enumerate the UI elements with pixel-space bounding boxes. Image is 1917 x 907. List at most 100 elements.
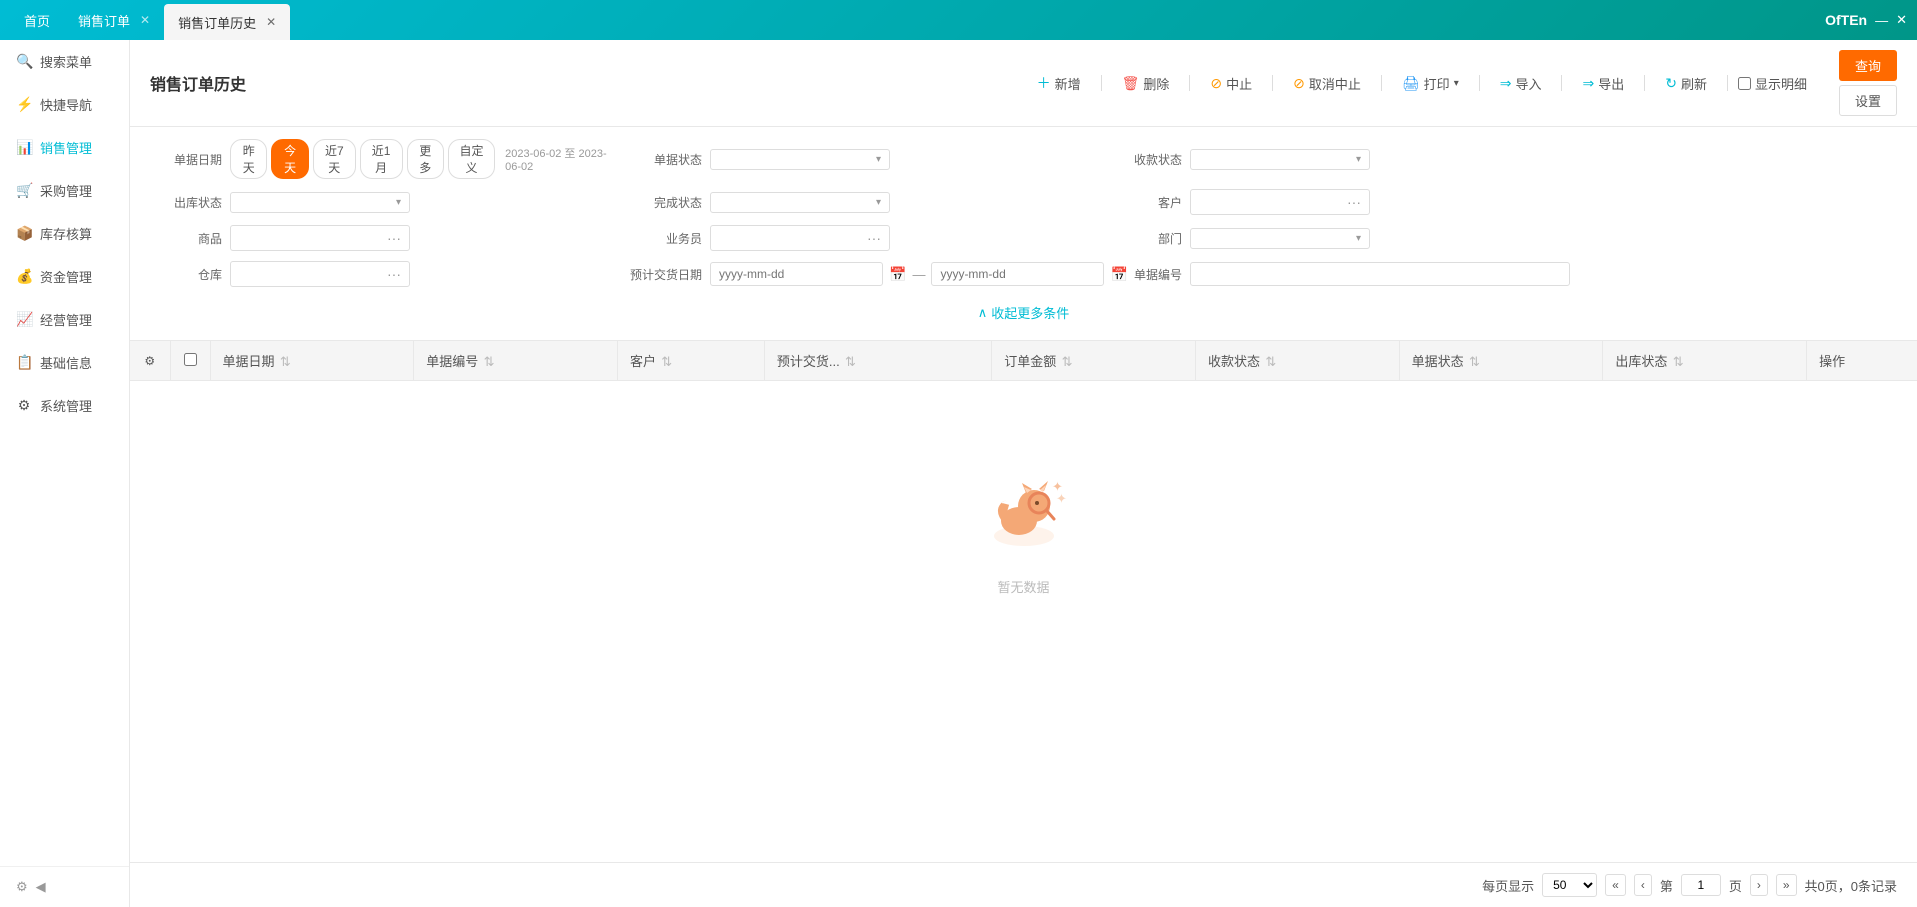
filter-row-3: 商品 ··· 业务员 ··· 部门	[150, 225, 1897, 251]
print-label: 打印	[1424, 74, 1450, 93]
th-settings[interactable]: ⚙	[130, 341, 170, 381]
date-btn-7days[interactable]: 近7天	[313, 139, 356, 179]
next-page-button[interactable]: ›	[1750, 874, 1768, 896]
th-checkbox[interactable]	[170, 341, 210, 381]
th-order-no[interactable]: 单据编号 ⇅	[414, 341, 618, 381]
order-no-input[interactable]	[1190, 262, 1570, 286]
cancel-stop-button[interactable]: ⊘ 取消中止	[1283, 69, 1371, 98]
date-btn-today[interactable]: 今天	[271, 139, 308, 179]
toolbar: ＋ 新增 🗑 删除 ⊘ 中止 ⊘ 取消中止	[1027, 50, 1897, 116]
th-outbound-status[interactable]: 出库状态 ⇅	[1603, 341, 1807, 381]
tab-sales-order[interactable]: 销售订单 ✕	[64, 0, 164, 40]
settings-button[interactable]: 设置	[1839, 85, 1897, 116]
th-payment-status-label: 收款状态	[1208, 354, 1260, 369]
sidebar-collapse-icon[interactable]: ◀	[36, 879, 46, 895]
display-toggle-checkbox[interactable]	[1738, 77, 1751, 90]
divider-5	[1479, 75, 1480, 91]
new-button[interactable]: ＋ 新增	[1027, 68, 1091, 98]
sidebar-item-sales[interactable]: 📊 销售管理	[0, 126, 129, 169]
sidebar-settings-icon[interactable]: ⚙	[16, 879, 28, 895]
th-outbound-status-sort-icon: ⇅	[1673, 354, 1684, 369]
warehouse-input[interactable]: ···	[230, 261, 410, 287]
date-quick-btns: 昨天 今天 近7天 近1月 更多 自定义 2023-06-02 至 2023-0…	[230, 139, 610, 179]
sidebar-item-inventory-label: 库存核算	[40, 224, 92, 243]
tab-sales-order-close[interactable]: ✕	[140, 13, 150, 27]
th-delivery[interactable]: 预计交货... ⇅	[764, 341, 991, 381]
th-order-status-sort-icon: ⇅	[1469, 354, 1480, 369]
goods-filter: ···	[230, 225, 610, 251]
complete-arrow-icon: ▾	[876, 197, 881, 208]
prev-page-button[interactable]: ‹	[1634, 874, 1652, 896]
goods-input[interactable]: ···	[230, 225, 410, 251]
delete-button[interactable]: 🗑 删除	[1112, 69, 1180, 98]
status-select[interactable]: ▾	[710, 149, 890, 170]
table-container: ⚙ 单据日期 ⇅ 单据编号 ⇅ 客户	[130, 341, 1917, 862]
complete-label: 完成状态	[630, 194, 710, 211]
warehouse-label: 仓库	[150, 266, 230, 283]
date-btn-1month[interactable]: 近1月	[360, 139, 403, 179]
th-customer[interactable]: 客户 ⇅	[617, 341, 764, 381]
select-all-checkbox[interactable]	[184, 353, 197, 366]
query-button[interactable]: 查询	[1839, 50, 1897, 81]
divider-3	[1272, 75, 1273, 91]
svg-text:✦: ✦	[1056, 491, 1067, 506]
dept-select[interactable]: ▾	[1190, 228, 1370, 249]
date-btn-yesterday[interactable]: 昨天	[230, 139, 267, 179]
outbound-label: 出库状态	[150, 194, 230, 211]
th-delivery-sort-icon: ⇅	[845, 354, 856, 369]
last-page-button[interactable]: »	[1776, 874, 1797, 896]
delivery-date-to[interactable]	[931, 262, 1104, 286]
sidebar-item-system[interactable]: ⚙ 系统管理	[0, 384, 129, 427]
refresh-button[interactable]: ↻ 刷新	[1655, 69, 1717, 98]
salesman-input[interactable]: ···	[710, 225, 890, 251]
date-btn-more[interactable]: 更多	[407, 139, 444, 179]
warehouse-filter: ···	[230, 261, 610, 287]
th-delivery-label: 预计交货...	[777, 354, 840, 369]
outbound-select[interactable]: ▾	[230, 192, 410, 213]
sidebar-item-purchase-label: 采购管理	[40, 181, 92, 200]
status-label: 单据状态	[630, 151, 710, 168]
minimize-icon[interactable]: —	[1875, 13, 1888, 28]
export-button[interactable]: ⇒ 导出	[1572, 69, 1634, 98]
sidebar-item-basic-info[interactable]: 📋 基础信息	[0, 341, 129, 384]
th-customer-label: 客户	[630, 354, 656, 369]
tab-home[interactable]: 查询 首页	[10, 0, 64, 40]
first-page-button[interactable]: «	[1605, 874, 1626, 896]
payment-arrow-icon: ▾	[1356, 154, 1361, 165]
customer-input[interactable]: ···	[1190, 189, 1370, 215]
date-btn-custom[interactable]: 自定义	[448, 139, 495, 179]
th-order-status[interactable]: 单据状态 ⇅	[1399, 341, 1603, 381]
filter-row-2: 出库状态 ▾ 完成状态 ▾ 客户	[150, 189, 1897, 215]
warehouse-dots-icon: ···	[387, 266, 401, 282]
sidebar-item-basic-info-label: 基础信息	[40, 353, 92, 372]
payment-select[interactable]: ▾	[1190, 149, 1370, 170]
sidebar-item-operations[interactable]: 📈 经营管理	[0, 298, 129, 341]
per-page-select[interactable]: 50 20 100	[1542, 873, 1597, 897]
customer-label: 客户	[1110, 194, 1190, 211]
empty-state-icon: ✦ ✦	[974, 461, 1074, 561]
refresh-icon: ↻	[1665, 75, 1677, 92]
th-date-sort-icon: ⇅	[280, 354, 291, 369]
tab-sales-history-close[interactable]: ✕	[266, 15, 276, 29]
th-payment-status[interactable]: 收款状态 ⇅	[1195, 341, 1399, 381]
delivery-date-from[interactable]	[710, 262, 883, 286]
th-customer-sort-icon: ⇅	[661, 354, 672, 369]
complete-select[interactable]: ▾	[710, 192, 890, 213]
collapse-button[interactable]: ∧ 收起更多条件	[150, 297, 1897, 328]
sidebar-item-purchase[interactable]: 🛒 采购管理	[0, 169, 129, 212]
order-no-label: 单据编号	[1110, 266, 1190, 283]
tab-sales-history[interactable]: 销售订单历史 ✕	[164, 4, 290, 40]
sidebar-item-finance[interactable]: 💰 资金管理	[0, 255, 129, 298]
page-number-input[interactable]	[1681, 874, 1721, 896]
close-window-icon[interactable]: ✕	[1896, 12, 1907, 28]
sidebar-item-search[interactable]: 🔍 搜索菜单	[0, 40, 129, 83]
import-button[interactable]: ⇒ 导入	[1490, 69, 1552, 98]
sidebar-item-quick-nav[interactable]: ⚡ 快捷导航	[0, 83, 129, 126]
stop-button[interactable]: ⊘ 中止	[1200, 69, 1262, 98]
sidebar-item-inventory[interactable]: 📦 库存核算	[0, 212, 129, 255]
th-date[interactable]: 单据日期 ⇅	[210, 341, 414, 381]
delivery-cal-from-icon[interactable]: 📅	[889, 266, 906, 283]
th-amount[interactable]: 订单金额 ⇅	[992, 341, 1196, 381]
display-toggle[interactable]: 显示明细	[1738, 74, 1807, 93]
print-button[interactable]: 🖨 打印 ▾	[1392, 69, 1469, 98]
